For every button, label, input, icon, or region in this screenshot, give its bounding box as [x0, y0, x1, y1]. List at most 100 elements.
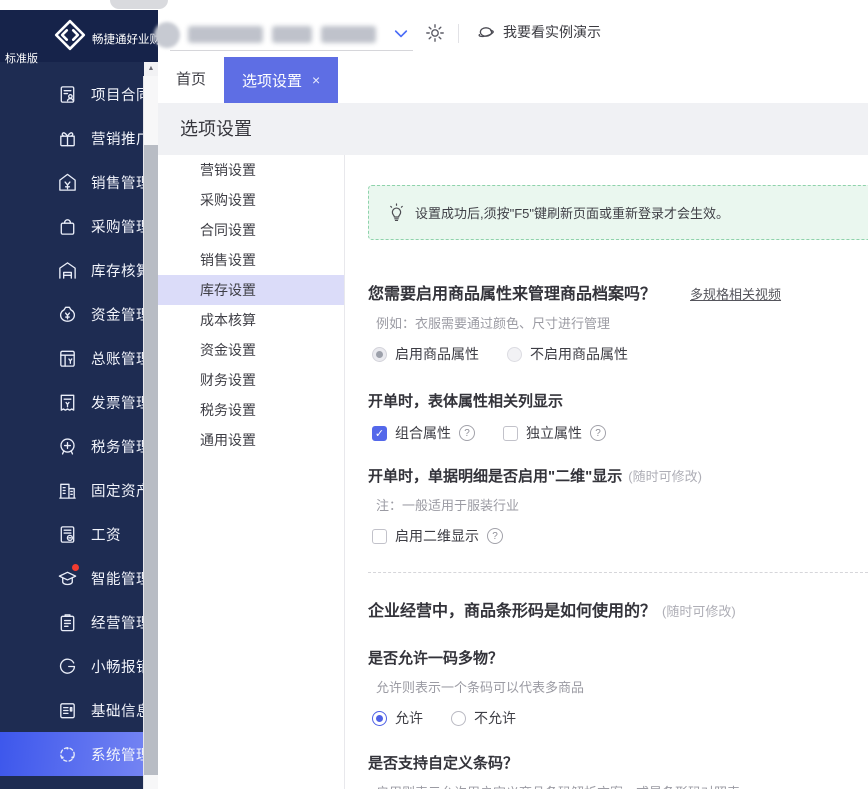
gear-icon[interactable]: [424, 22, 446, 44]
radio-option[interactable]: 不启用商品属性: [507, 344, 628, 364]
section-title: 开单时，表体属性相关列显示: [368, 393, 564, 410]
org-avatar-redacted: [154, 22, 180, 48]
tab-label: 选项设置: [242, 72, 303, 90]
section-hint: 例如：衣服需要通过颜色、尺寸进行管理: [376, 316, 611, 331]
sidebar-item[interactable]: 经营管理: [0, 600, 158, 644]
topbar-divider: [458, 24, 459, 43]
sidebar-scrollbar-thumb[interactable]: [144, 145, 158, 775]
system-icon: [57, 744, 78, 765]
settings-nav-item[interactable]: 财务设置: [158, 365, 344, 395]
option-label: 启用商品属性: [395, 346, 479, 362]
funds-icon: [57, 304, 78, 325]
settings-nav-item[interactable]: 资金设置: [158, 335, 344, 365]
sidebar-item[interactable]: 发票管理: [0, 380, 158, 424]
page-title: 选项设置: [180, 119, 252, 139]
demo-link[interactable]: 我要看实例演示: [476, 22, 601, 42]
notification-badge: [72, 564, 79, 571]
sidebar-item[interactable]: 固定资产: [0, 468, 158, 512]
reimburse-icon: [57, 656, 78, 677]
checkbox-control[interactable]: [372, 528, 387, 544]
chevron-down-icon[interactable]: [392, 25, 410, 43]
sidebar-item[interactable]: 项目合同: [0, 72, 158, 116]
option-label: 组合属性: [395, 425, 451, 441]
help-icon[interactable]: [487, 528, 503, 544]
option-label: 允许: [395, 710, 423, 726]
radio-control[interactable]: [372, 710, 387, 726]
checkbox-option[interactable]: 独立属性: [503, 423, 606, 443]
redacted-artifact: [110, 0, 168, 9]
settings-nav-item[interactable]: 合同设置: [158, 215, 344, 245]
sidebar-item[interactable]: 系统管理: [0, 732, 158, 776]
section-hint: 允许则表示一个条码可以代表多商品: [376, 680, 585, 695]
close-icon[interactable]: ×: [312, 72, 320, 88]
hint-banner: 设置成功后,须按"F5"键刷新页面或重新登录才会生效。: [368, 185, 868, 240]
radio-control[interactable]: [451, 710, 466, 726]
settings-nav-item[interactable]: 库存设置: [158, 275, 344, 305]
bulb-icon: [387, 203, 406, 222]
salary-icon: [57, 524, 78, 545]
brand-logo: 畅捷通好业财 标准版: [0, 10, 158, 65]
tax-icon: [57, 436, 78, 457]
section-title: 开单时，单据明细是否启用"二维"显示: [368, 468, 623, 485]
settings-nav: 营销设置 采购设置 合同设置 销售设置 库存设置 成本核算 资金设置 财务设置 税务设置 通用设置: [158, 155, 345, 789]
settings-nav-item[interactable]: 采购设置: [158, 185, 344, 215]
settings-nav-item[interactable]: 税务设置: [158, 395, 344, 425]
sidebar-item[interactable]: 税务管理: [0, 424, 158, 468]
section-one-code-multi-items: 是否允许一码多物？ 允许则表示一个条码可以代表多商品 允许 不允许: [368, 647, 868, 728]
section-attribute-columns: 开单时，表体属性相关列显示 组合属性 独立属性: [368, 390, 868, 443]
settings-nav-item[interactable]: 成本核算: [158, 305, 344, 335]
help-icon[interactable]: [590, 425, 606, 441]
settings-nav-item[interactable]: 销售设置: [158, 245, 344, 275]
topbar: 我要看实例演示: [154, 10, 868, 58]
checkbox-control[interactable]: [503, 425, 518, 441]
sidebar-scroll-up-button[interactable]: ▲: [144, 62, 158, 76]
contract-icon: [57, 84, 78, 105]
hint-banner-text: 设置成功后,须按"F5"键刷新页面或重新登录才会生效。: [415, 206, 730, 221]
sidebar-item[interactable]: 资金管理: [0, 292, 158, 336]
radio-option[interactable]: 允许: [372, 708, 423, 728]
section-custom-barcode: 是否支持自定义条码？ 启用则表示允许用户定义商品条码解析方案，或是条形码对照表 …: [368, 752, 868, 789]
inventory-icon: [57, 260, 78, 281]
sidebar-item[interactable]: 采购管理: [0, 204, 158, 248]
radio-option[interactable]: 不允许: [451, 708, 516, 728]
section-title: 是否允许一码多物？: [368, 650, 504, 667]
radio-control[interactable]: [372, 346, 387, 362]
option-label: 独立属性: [526, 425, 582, 441]
sidebar-item[interactable]: 小畅报销: [0, 644, 158, 688]
section-hint: 启用则表示允许用户定义商品条码解析方案，或是条形码对照表: [368, 782, 868, 789]
section-note: (随时可修改): [662, 604, 736, 619]
settings-nav-item[interactable]: 营销设置: [158, 155, 344, 185]
sidebar-item[interactable]: 智能管理: [0, 556, 158, 600]
operation-icon: [57, 612, 78, 633]
tab-options-settings[interactable]: 选项设置 ×: [224, 57, 339, 103]
ledger-icon: [57, 348, 78, 369]
page-title-band: 选项设置: [158, 103, 868, 155]
promotion-icon: [57, 128, 78, 149]
checkbox-option[interactable]: 组合属性: [372, 423, 475, 443]
radio-control[interactable]: [507, 346, 522, 362]
sidebar-item[interactable]: 库存核算: [0, 248, 158, 292]
section-note: (随时可修改): [628, 469, 702, 484]
sales-icon: [57, 172, 78, 193]
help-icon[interactable]: [459, 425, 475, 441]
fixed-assets-icon: [57, 480, 78, 501]
checkbox-group: 启用二维显示: [368, 526, 868, 546]
checkbox-control[interactable]: [372, 425, 387, 441]
video-link[interactable]: 多规格相关视频: [690, 287, 781, 302]
sidebar-item[interactable]: 销售管理: [0, 160, 158, 204]
radio-group: 允许 不允许: [368, 708, 868, 728]
radio-option[interactable]: 启用商品属性: [372, 344, 479, 364]
sidebar-item[interactable]: 营销推广: [0, 116, 158, 160]
section-2d-display: 开单时，单据明细是否启用"二维"显示 (随时可修改) 注：一般适用于服装行业 启用…: [368, 465, 868, 546]
section-title: 是否支持自定义条码？: [368, 755, 519, 772]
sidebar-item[interactable]: 工资: [0, 512, 158, 556]
org-switcher-redacted[interactable]: [188, 26, 376, 43]
sidebar-item[interactable]: 基础信息: [0, 688, 158, 732]
sidebar-item[interactable]: 总账管理: [0, 336, 158, 380]
checkbox-option[interactable]: 启用二维显示: [372, 526, 503, 546]
settings-nav-item[interactable]: 通用设置: [158, 425, 344, 455]
purchase-icon: [57, 216, 78, 237]
dashed-divider: [368, 572, 868, 573]
option-label: 不允许: [474, 710, 516, 726]
tab-home[interactable]: 首页: [160, 57, 222, 103]
